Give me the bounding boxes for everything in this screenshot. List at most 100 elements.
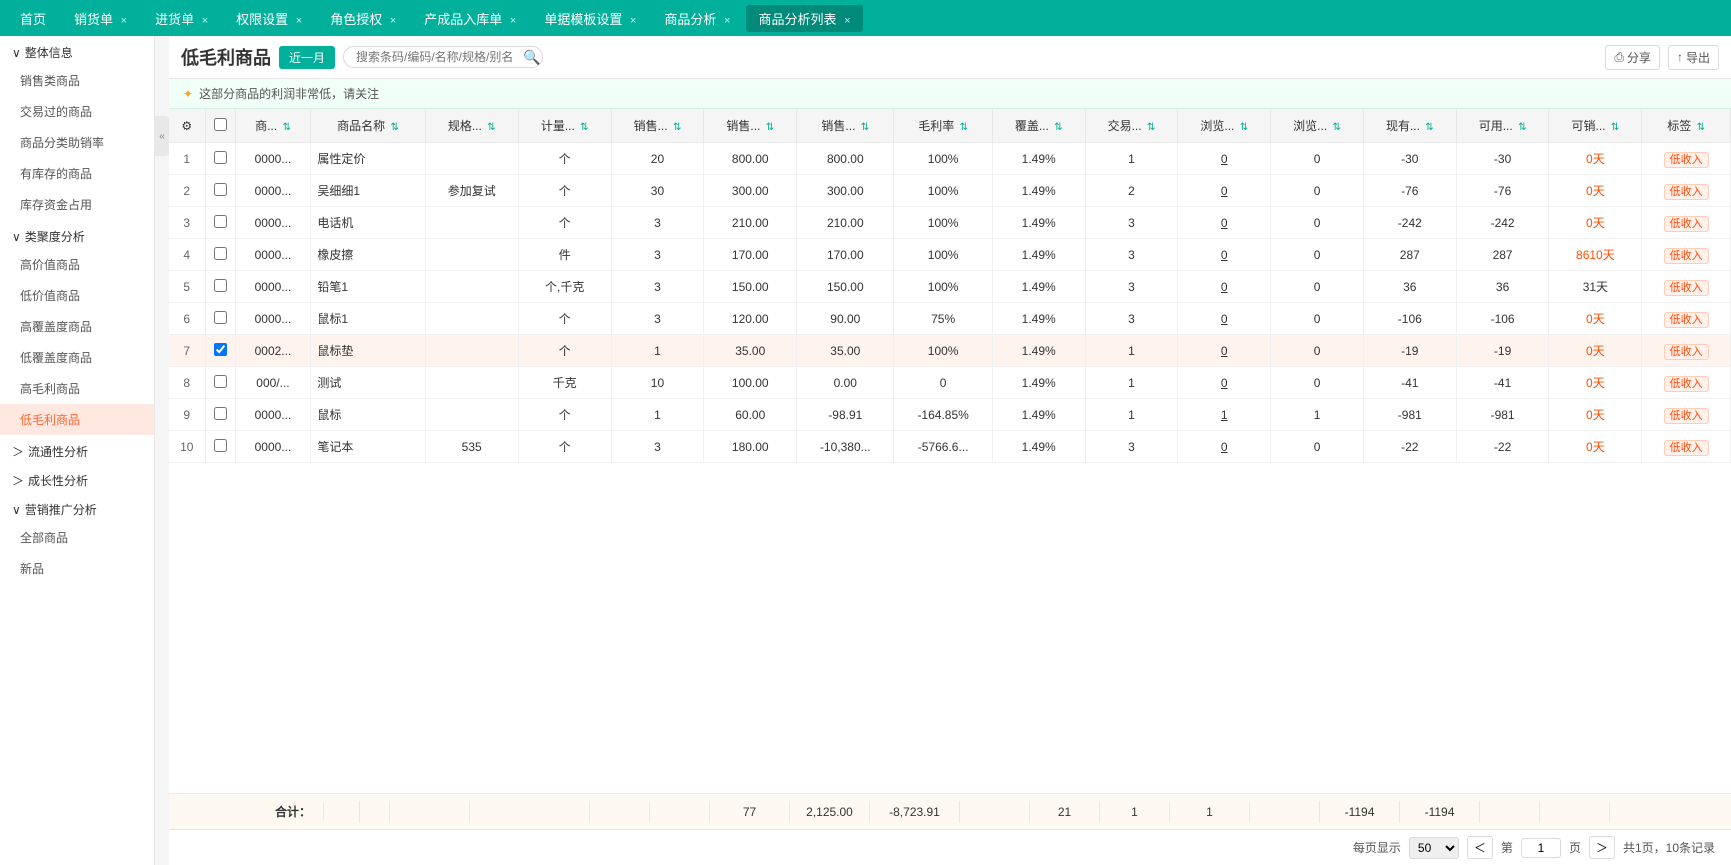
th-available[interactable]: 可用... ⇅ <box>1456 109 1549 143</box>
nav-sales-order[interactable]: 销货单 × <box>62 5 139 32</box>
row-select-checkbox[interactable] <box>214 215 227 228</box>
row-browse1[interactable]: 0 <box>1178 207 1271 239</box>
th-checkbox[interactable] <box>205 109 235 143</box>
row-select-checkbox[interactable] <box>214 311 227 324</box>
data-table-wrap[interactable]: ⚙ 商... ⇅ 商品名称 ⇅ 规格... ⇅ 计量... ⇅ 销售... ⇅ … <box>169 109 1731 793</box>
row-browse1[interactable]: 0 <box>1178 303 1271 335</box>
sidebar-group-liquidity[interactable]: ＞ 流通性分析 <box>0 435 154 464</box>
current-page-input[interactable] <box>1521 838 1561 858</box>
sidebar-item-stock-capital[interactable]: 库存资金占用 <box>0 189 154 220</box>
sidebar-item-sales-goods[interactable]: 销售类商品 <box>0 65 154 96</box>
th-code[interactable]: 商... ⇅ <box>235 109 311 143</box>
nav-product-inbound[interactable]: 产成品入库单 × <box>412 5 528 32</box>
th-browse2[interactable]: 浏览... ⇅ <box>1271 109 1364 143</box>
row-browse1[interactable]: 0 <box>1178 367 1271 399</box>
filter-recent-month-button[interactable]: 近一月 <box>279 46 335 69</box>
nav-product-analysis-list[interactable]: 商品分析列表 × <box>746 5 862 32</box>
sidebar-item-in-stock[interactable]: 有库存的商品 <box>0 158 154 189</box>
sidebar-collapse-button[interactable]: « <box>155 116 169 156</box>
th-browse1[interactable]: 浏览... ⇅ <box>1178 109 1271 143</box>
page-size-select[interactable]: 50 20 100 <box>1409 837 1459 859</box>
table-row[interactable]: 2 0000... 吴细细1 参加复试 个 30 300.00 300.00 1… <box>169 175 1731 207</box>
row-browse1[interactable]: 0 <box>1178 143 1271 175</box>
th-gross-rate[interactable]: 毛利率 ⇅ <box>894 109 992 143</box>
th-name[interactable]: 商品名称 ⇅ <box>311 109 425 143</box>
nav-product-analysis[interactable]: 商品分析 × <box>652 5 742 32</box>
row-select-checkbox[interactable] <box>214 183 227 196</box>
row-select-checkbox[interactable] <box>214 439 227 452</box>
sidebar-item-high-value[interactable]: 高价值商品 <box>0 249 154 280</box>
table-row[interactable]: 4 0000... 橡皮擦 件 3 170.00 170.00 100% 1.4… <box>169 239 1731 271</box>
th-salable[interactable]: 可销... ⇅ <box>1549 109 1642 143</box>
close-icon[interactable]: × <box>724 15 730 27</box>
row-checkbox[interactable] <box>205 367 235 399</box>
nav-permission[interactable]: 权限设置 × <box>224 5 314 32</box>
th-stock[interactable]: 现有... ⇅ <box>1363 109 1456 143</box>
row-browse1[interactable]: 0 <box>1178 335 1271 367</box>
th-sales[interactable]: 销售... ⇅ <box>797 109 894 143</box>
close-icon[interactable]: × <box>121 15 127 27</box>
sidebar-group-overall[interactable]: ∨ 整体信息 <box>0 36 154 65</box>
export-button[interactable]: ↑ 导出 <box>1668 45 1719 70</box>
table-row[interactable]: 1 0000... 属性定价 个 20 800.00 800.00 100% 1… <box>169 143 1731 175</box>
sidebar-item-traded-goods[interactable]: 交易过的商品 <box>0 96 154 127</box>
next-page-button[interactable]: ＞ <box>1589 836 1615 859</box>
sidebar-group-cluster[interactable]: ∨ 类聚度分析 <box>0 220 154 249</box>
row-checkbox[interactable] <box>205 143 235 175</box>
th-qty[interactable]: 销售... ⇅ <box>611 109 704 143</box>
th-spec[interactable]: 规格... ⇅ <box>425 109 518 143</box>
row-select-checkbox[interactable] <box>214 343 227 356</box>
table-row[interactable]: 7 0002... 鼠标垫 个 1 35.00 35.00 100% 1.49%… <box>169 335 1731 367</box>
th-settings[interactable]: ⚙ <box>169 109 205 143</box>
table-row[interactable]: 10 0000... 笔记本 535 个 3 180.00 -10,380...… <box>169 431 1731 463</box>
row-checkbox[interactable] <box>205 207 235 239</box>
nav-role-auth[interactable]: 角色授权 × <box>318 5 408 32</box>
row-checkbox[interactable] <box>205 303 235 335</box>
close-icon[interactable]: × <box>630 15 636 27</box>
th-tag[interactable]: 标签 ⇅ <box>1642 109 1731 143</box>
row-select-checkbox[interactable] <box>214 247 227 260</box>
sidebar-item-category-assist[interactable]: 商品分类助销率 <box>0 127 154 158</box>
settings-icon[interactable]: ⚙ <box>181 119 192 133</box>
sidebar-item-low-value[interactable]: 低价值商品 <box>0 280 154 311</box>
close-icon[interactable]: × <box>844 15 850 27</box>
search-input[interactable] <box>343 46 543 68</box>
row-checkbox[interactable] <box>205 271 235 303</box>
sidebar-item-all-goods[interactable]: 全部商品 <box>0 522 154 553</box>
search-icon[interactable]: 🔍 <box>523 49 540 66</box>
close-icon[interactable]: × <box>390 15 396 27</box>
sidebar-item-high-margin[interactable]: 高毛利商品 <box>0 373 154 404</box>
nav-purchase-order[interactable]: 进货单 × <box>143 5 220 32</box>
prev-page-button[interactable]: ＜ <box>1467 836 1493 859</box>
row-browse1[interactable]: 0 <box>1178 175 1271 207</box>
th-unit[interactable]: 计量... ⇅ <box>518 109 611 143</box>
th-price[interactable]: 销售... ⇅ <box>704 109 797 143</box>
nav-template-settings[interactable]: 单据模板设置 × <box>532 5 648 32</box>
row-browse1[interactable]: 0 <box>1178 271 1271 303</box>
sidebar-item-low-margin[interactable]: 低毛利商品 <box>0 404 154 435</box>
table-row[interactable]: 5 0000... 铅笔1 个,千克 3 150.00 150.00 100% … <box>169 271 1731 303</box>
row-checkbox[interactable] <box>205 239 235 271</box>
sidebar-group-growth[interactable]: ＞ 成长性分析 <box>0 464 154 493</box>
row-select-checkbox[interactable] <box>214 279 227 292</box>
select-all-checkbox[interactable] <box>214 118 227 131</box>
table-row[interactable]: 9 0000... 鼠标 个 1 60.00 -98.91 -164.85% 1… <box>169 399 1731 431</box>
share-button[interactable]: ⎙ 分享 <box>1605 45 1660 70</box>
row-browse1[interactable]: 0 <box>1178 431 1271 463</box>
row-browse1[interactable]: 1 <box>1178 399 1271 431</box>
sidebar-group-marketing[interactable]: ∨ 营销推广分析 <box>0 493 154 522</box>
row-checkbox[interactable] <box>205 175 235 207</box>
row-select-checkbox[interactable] <box>214 151 227 164</box>
row-select-checkbox[interactable] <box>214 407 227 420</box>
row-checkbox[interactable] <box>205 399 235 431</box>
row-checkbox[interactable] <box>205 335 235 367</box>
th-coverage[interactable]: 覆盖... ⇅ <box>992 109 1085 143</box>
th-trade[interactable]: 交易... ⇅ <box>1085 109 1178 143</box>
sidebar-item-low-coverage[interactable]: 低覆盖度商品 <box>0 342 154 373</box>
table-row[interactable]: 6 0000... 鼠标1 个 3 120.00 90.00 75% 1.49%… <box>169 303 1731 335</box>
close-icon[interactable]: × <box>202 15 208 27</box>
sidebar-item-high-coverage[interactable]: 高覆盖度商品 <box>0 311 154 342</box>
nav-home[interactable]: 首页 <box>8 5 58 32</box>
row-browse1[interactable]: 0 <box>1178 239 1271 271</box>
table-row[interactable]: 3 0000... 电话机 个 3 210.00 210.00 100% 1.4… <box>169 207 1731 239</box>
